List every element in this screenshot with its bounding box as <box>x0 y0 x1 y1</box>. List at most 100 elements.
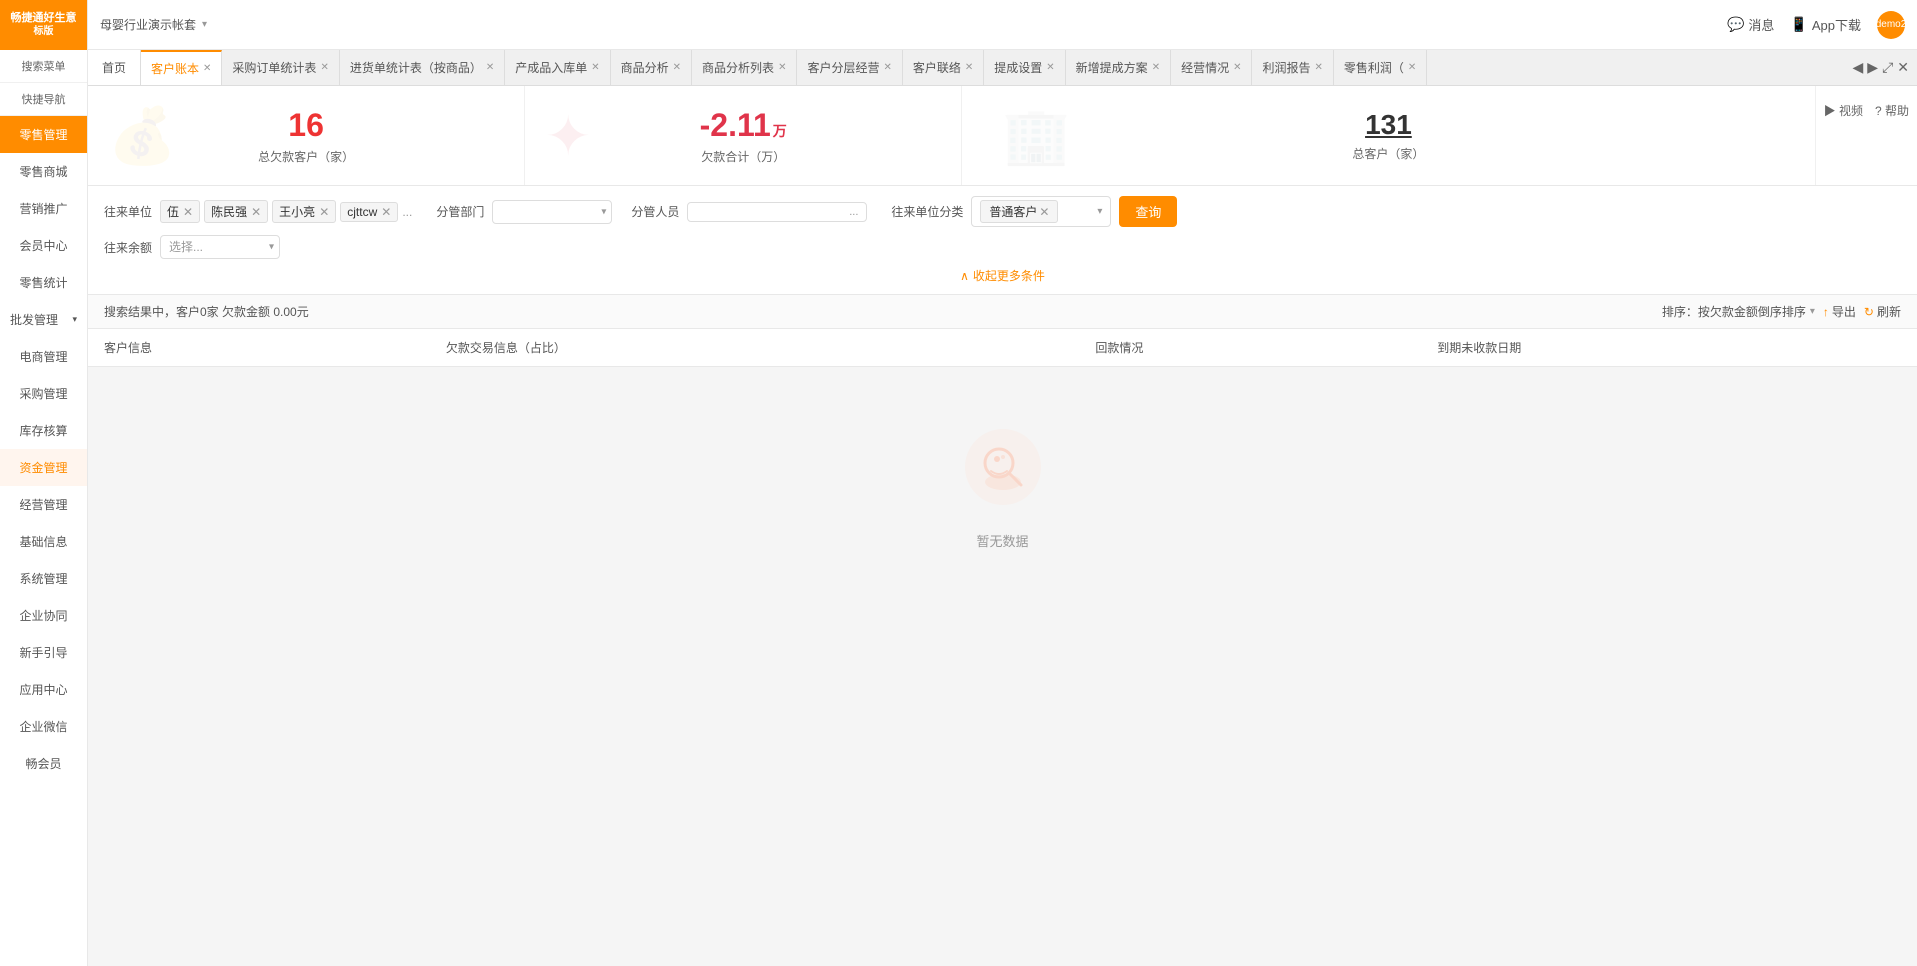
tag-close-chen[interactable]: ✕ <box>251 205 261 219</box>
download-icon: 📱 <box>1790 16 1807 33</box>
collapse-button[interactable]: ∧ 收起更多条件 <box>960 267 1045 284</box>
department-filter-select[interactable] <box>492 200 612 224</box>
filter-row-2: 往来余额 选择... <box>104 235 1901 259</box>
tab-close-raise-settings[interactable]: ✕ <box>1046 62 1054 73</box>
manager-more-icon[interactable]: ... <box>849 206 858 218</box>
tag-chen-minqiang[interactable]: 陈民强 ✕ <box>204 200 268 223</box>
messages-button[interactable]: 💬 消息 <box>1727 15 1774 34</box>
topbar: 母婴行业演示帐套 ▾ 💬 消息 📱 App下载 demo2 <box>88 0 1917 50</box>
empty-icon <box>963 427 1043 521</box>
tab-customer-segment[interactable]: 客户分层经营 ✕ <box>797 50 902 86</box>
tab-profit-report[interactable]: 利润报告 ✕ <box>1252 50 1333 86</box>
sidebar-item-search-menu[interactable]: 搜索菜单 <box>0 50 87 83</box>
empty-text: 暂无数据 <box>976 531 1028 550</box>
tab-scroll-right-button[interactable]: ▶ <box>1867 59 1878 76</box>
sidebar-item-retail-mall[interactable]: 零售商城 <box>0 153 87 190</box>
topbar-left: 母婴行业演示帐套 ▾ <box>100 16 207 33</box>
tab-fullscreen-button[interactable]: ⤢ <box>1882 59 1893 76</box>
tab-close-production-stock[interactable]: ✕ <box>591 62 599 73</box>
tag-wu[interactable]: 伍 ✕ <box>160 200 200 223</box>
manager-filter-input[interactable]: ... <box>687 202 867 222</box>
tab-production-stock[interactable]: 产成品入库单 ✕ <box>505 50 610 86</box>
col-repayment: 回款情况 <box>1079 329 1421 367</box>
tab-close-purchase-order-stats[interactable]: ✕ <box>320 62 328 73</box>
sidebar-item-ecommerce-mgmt[interactable]: 电商管理 <box>0 338 87 375</box>
stat-total-credit-customers: 💰 16 总欠款客户（家） <box>88 86 525 185</box>
sidebar-item-system-mgmt[interactable]: 系统管理 <box>0 560 87 597</box>
tab-new-achieve[interactable]: 新增提成方案 ✕ <box>1066 50 1171 86</box>
refresh-icon: ↻ <box>1864 305 1874 319</box>
sidebar-item-premium-member[interactable]: 畅会员 <box>0 745 87 782</box>
tab-close-profit-report[interactable]: ✕ <box>1315 62 1323 73</box>
sidebar-item-capital-mgmt[interactable]: 资金管理 <box>0 449 87 486</box>
app-logo: 畅捷通好生意 标版 <box>0 0 87 50</box>
tab-close-product-analysis[interactable]: ✕ <box>673 62 681 73</box>
user-avatar[interactable]: demo2 <box>1877 11 1905 39</box>
sidebar-item-enterprise-collab[interactable]: 企业协同 <box>0 597 87 634</box>
tab-raise-settings[interactable]: 提成设置 ✕ <box>984 50 1065 86</box>
tab-close-customer-contact[interactable]: ✕ <box>965 62 973 73</box>
tab-product-analysis[interactable]: 商品分析 ✕ <box>611 50 692 86</box>
chevron-down-icon: ▾ <box>72 314 77 325</box>
sidebar-item-marketing[interactable]: 营销推广 <box>0 190 87 227</box>
col-due-date: 到期未收款日期 <box>1421 329 1917 367</box>
tab-home[interactable]: 首页 <box>88 50 141 86</box>
tab-close-customer-capital[interactable]: ✕ <box>203 63 211 74</box>
tag-cjttcw[interactable]: cjttcw ✕ <box>340 202 398 222</box>
tab-close-retail-profit[interactable]: ✕ <box>1408 62 1416 73</box>
category-dropdown-icon: ▾ <box>1097 206 1102 217</box>
tab-close-operations[interactable]: ✕ <box>1233 62 1241 73</box>
tags-more-button[interactable]: ... <box>402 205 412 219</box>
account-selector-wrap[interactable]: 母婴行业演示帐套 ▾ <box>100 16 207 33</box>
sort-select[interactable]: 排序：按欠款金额倒序排序 ▾ <box>1662 303 1815 320</box>
sidebar-item-member-center[interactable]: 会员中心 <box>0 227 87 264</box>
tab-close-customer-segment[interactable]: ✕ <box>883 62 891 73</box>
stat-value-total-customers: 131 <box>1365 109 1412 141</box>
tab-close-inventory-stats[interactable]: ✕ <box>486 62 494 73</box>
sidebar-item-purchase-mgmt[interactable]: 采购管理 <box>0 375 87 412</box>
sidebar-item-app-center[interactable]: 应用中心 <box>0 671 87 708</box>
credit-total-unit: 万 <box>773 121 787 141</box>
tab-customer-capital[interactable]: 客户账本 ✕ <box>141 50 222 86</box>
tab-close-new-achieve[interactable]: ✕ <box>1152 62 1160 73</box>
sidebar-item-inventory-check[interactable]: 库存核算 <box>0 412 87 449</box>
tab-purchase-order-stats[interactable]: 采购订单统计表 ✕ <box>222 50 339 86</box>
customer-type-tag[interactable]: 普通客户 ✕ <box>980 200 1058 223</box>
query-button[interactable]: 查询 <box>1119 196 1177 227</box>
tabbar: 首页 客户账本 ✕ 采购订单统计表 ✕ 进货单统计表（按商品） ✕ 产成品入库单… <box>88 50 1917 86</box>
tab-customer-contact[interactable]: 客户联络 ✕ <box>903 50 984 86</box>
refresh-button[interactable]: ↻ 刷新 <box>1864 303 1901 320</box>
sidebar-item-retail-mgmt[interactable]: 零售管理 <box>0 116 87 153</box>
tab-retail-profit[interactable]: 零售利润（ ✕ <box>1334 50 1427 86</box>
play-icon: ▶ <box>1824 104 1836 118</box>
sidebar-item-basic-info[interactable]: 基础信息 <box>0 523 87 560</box>
stat-total-customers: 🏢 131 总客户（家） <box>962 86 1815 185</box>
sidebar-item-wholesale-mgmt[interactable]: 批发管理 ▾ <box>0 301 87 338</box>
tab-inventory-stats[interactable]: 进货单统计表（按商品） ✕ <box>340 50 505 86</box>
app-download-button[interactable]: 📱 App下载 <box>1790 15 1861 34</box>
sidebar-item-retail-stats[interactable]: 零售统计 <box>0 264 87 301</box>
company-filter-tags: 伍 ✕ 陈民强 ✕ 王小亮 ✕ cjttcw ✕ ... <box>160 200 412 223</box>
tag-close-wang[interactable]: ✕ <box>319 205 329 219</box>
balance-filter-select[interactable]: 选择... <box>160 235 280 259</box>
category-filter-wrap[interactable]: 普通客户 ✕ ▾ <box>971 196 1111 227</box>
tab-close-product-analysis-list[interactable]: ✕ <box>778 62 786 73</box>
tab-product-analysis-list[interactable]: 商品分析列表 ✕ <box>692 50 797 86</box>
manager-filter-label: 分管人员 <box>631 203 679 220</box>
tab-scroll-left-button[interactable]: ◀ <box>1853 59 1864 76</box>
tag-wang-xiaoliang[interactable]: 王小亮 ✕ <box>272 200 336 223</box>
sidebar-item-new-user-guide[interactable]: 新手引导 <box>0 634 87 671</box>
sidebar-item-quick-nav[interactable]: 快捷导航 <box>0 83 87 116</box>
tag-close-wu[interactable]: ✕ <box>183 205 193 219</box>
sidebar-item-enterprise-wechat[interactable]: 企业微信 <box>0 708 87 745</box>
video-link[interactable]: ▶ 视频 <box>1824 102 1863 119</box>
tab-operations[interactable]: 经营情况 ✕ <box>1171 50 1252 86</box>
tag-close-cjttcw[interactable]: ✕ <box>381 205 391 219</box>
col-credit-info: 欠款交易信息（占比） <box>430 329 1080 367</box>
stat-label-total-customers: 总客户（家） <box>1352 145 1424 162</box>
sidebar-item-operations-mgmt[interactable]: 经营管理 <box>0 486 87 523</box>
tab-close-all-button[interactable]: ✕ <box>1897 59 1909 76</box>
export-button[interactable]: ↑ 导出 <box>1823 303 1856 320</box>
help-link[interactable]: ? 帮助 <box>1875 102 1909 119</box>
customer-type-tag-close[interactable]: ✕ <box>1039 205 1049 219</box>
